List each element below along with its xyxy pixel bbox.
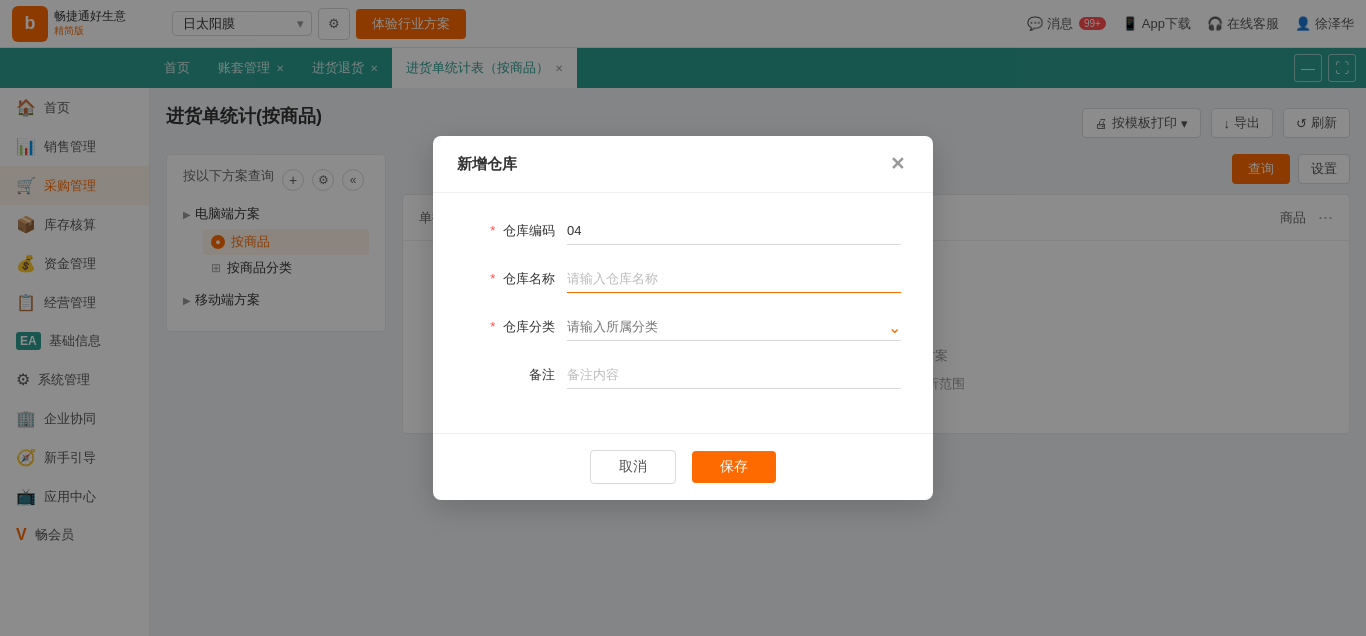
required-star-category: *	[490, 319, 495, 334]
new-warehouse-modal: 新增仓库 ✕ * 仓库编码 * 仓库名称	[433, 136, 933, 500]
remark-label: * 备注	[465, 366, 555, 384]
name-label: * 仓库名称	[465, 270, 555, 288]
category-select-wrap: ⌄	[567, 313, 901, 341]
save-button[interactable]: 保存	[692, 451, 776, 483]
category-label: * 仓库分类	[465, 318, 555, 336]
required-star-name: *	[490, 271, 495, 286]
remark-input[interactable]	[567, 361, 901, 389]
code-input[interactable]	[567, 217, 901, 245]
modal-body: * 仓库编码 * 仓库名称 * 仓库分类	[433, 193, 933, 433]
modal-close-button[interactable]: ✕	[885, 152, 909, 176]
cancel-button[interactable]: 取消	[590, 450, 676, 484]
modal-header: 新增仓库 ✕	[433, 136, 933, 193]
modal-overlay[interactable]: 新增仓库 ✕ * 仓库编码 * 仓库名称	[0, 0, 1366, 636]
form-row-remark: * 备注	[465, 361, 901, 389]
form-row-name: * 仓库名称	[465, 265, 901, 293]
modal-title: 新增仓库	[457, 155, 517, 174]
code-label: * 仓库编码	[465, 222, 555, 240]
category-input[interactable]	[567, 313, 901, 341]
form-row-category: * 仓库分类 ⌄	[465, 313, 901, 341]
name-input[interactable]	[567, 265, 901, 293]
form-row-code: * 仓库编码	[465, 217, 901, 245]
modal-footer: 取消 保存	[433, 433, 933, 500]
required-star-code: *	[490, 223, 495, 238]
